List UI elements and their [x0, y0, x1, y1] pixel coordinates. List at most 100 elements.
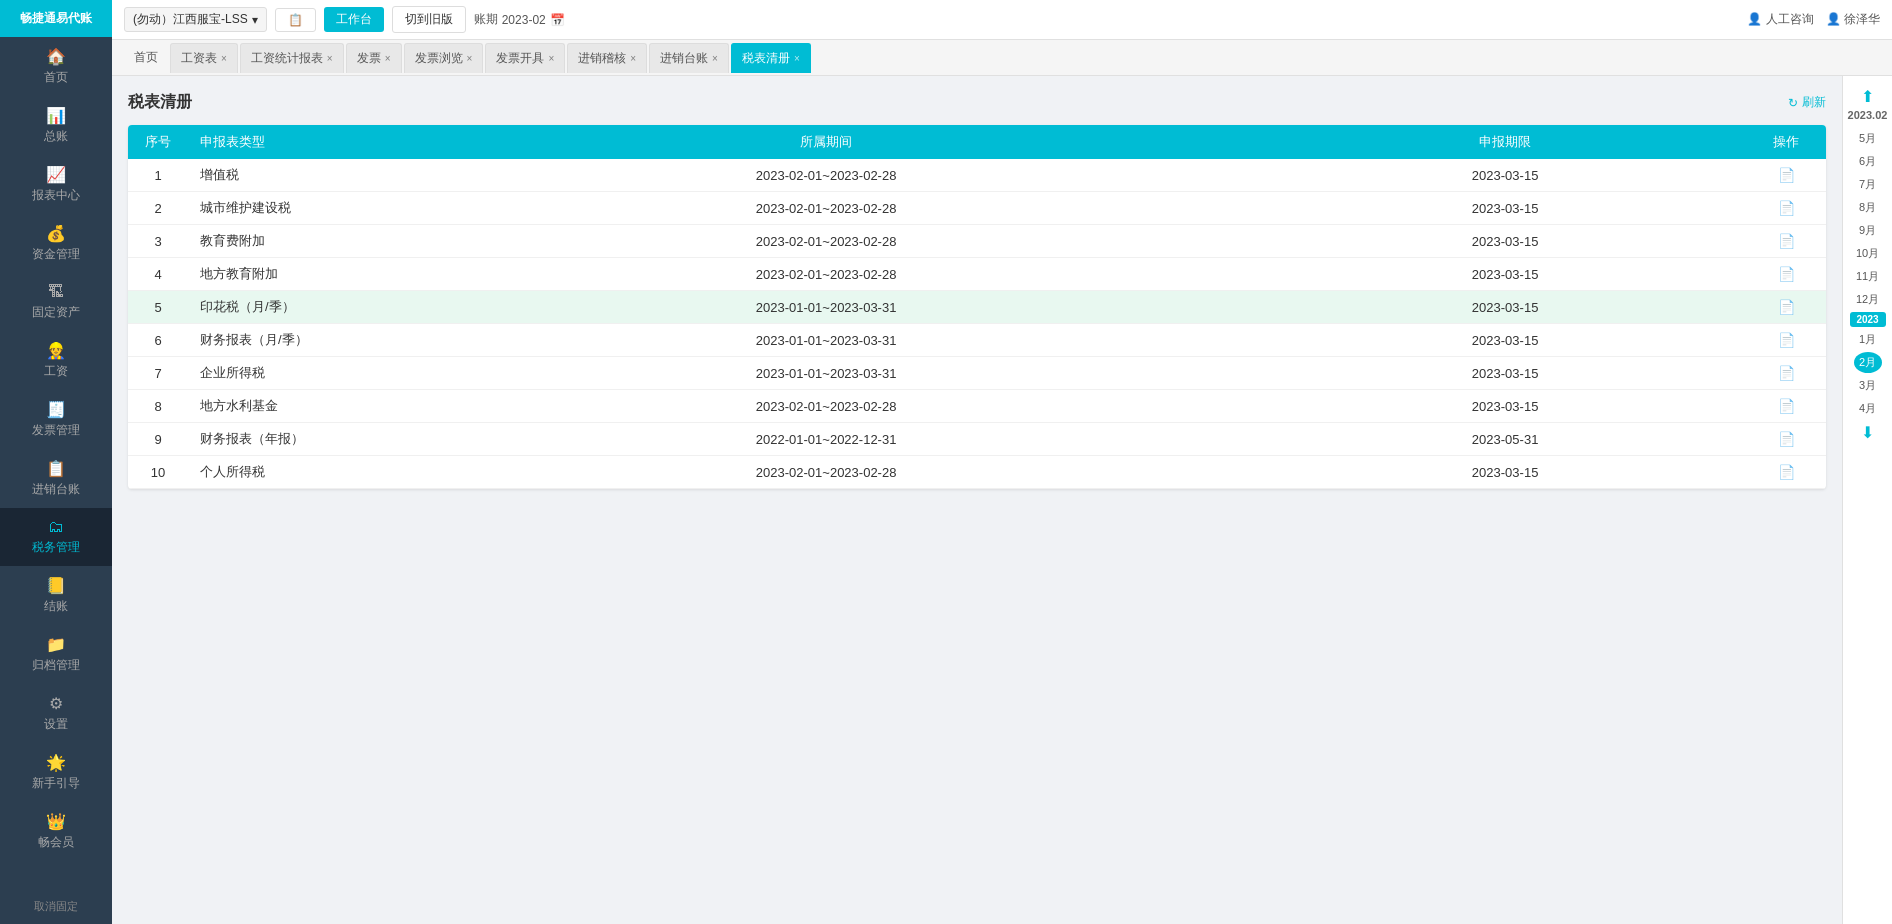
table-header-row: 序号 申报表类型 所属期间 申报期限 操作: [128, 125, 1826, 159]
scroll-up-icon[interactable]: ⬆: [1861, 87, 1874, 106]
cell-deadline: 2023-03-15: [1264, 390, 1746, 423]
month-item-10[interactable]: 10月: [1850, 243, 1886, 264]
action-icon[interactable]: 📄: [1778, 266, 1795, 282]
workbench-button[interactable]: 工作台: [324, 7, 384, 32]
month-item-2-active[interactable]: 2月: [1854, 352, 1882, 373]
cell-action: 📄: [1746, 456, 1826, 489]
year-2023-label[interactable]: 2023: [1850, 312, 1886, 327]
sidebar-item-member[interactable]: 👑 畅会员: [0, 802, 112, 861]
page-header: 税表清册 ↻ 刷新: [128, 92, 1826, 113]
copy-button[interactable]: 📋: [275, 8, 316, 32]
calendar-icon[interactable]: 📅: [550, 13, 565, 27]
action-icon[interactable]: 📄: [1778, 431, 1795, 447]
sidebar-item-label: 资金管理: [32, 246, 80, 263]
month-item-5[interactable]: 5月: [1850, 128, 1886, 149]
month-item-6[interactable]: 6月: [1850, 151, 1886, 172]
refresh-button[interactable]: ↻ 刷新: [1788, 94, 1826, 111]
col-deadline: 申报期限: [1264, 125, 1746, 159]
cell-action: 📄: [1746, 324, 1826, 357]
sidebar-item-settings[interactable]: ⚙ 设置: [0, 684, 112, 743]
action-icon[interactable]: 📄: [1778, 299, 1795, 315]
action-icon[interactable]: 📄: [1778, 167, 1795, 183]
month-item-4[interactable]: 4月: [1850, 398, 1886, 419]
sidebar-item-label: 工资: [44, 363, 68, 380]
action-icon[interactable]: 📄: [1778, 464, 1795, 480]
tab-invoice[interactable]: 发票 ×: [346, 43, 402, 73]
col-period: 所属期间: [388, 125, 1264, 159]
sidebar-item-invoice[interactable]: 🧾 发票管理: [0, 390, 112, 449]
month-item-7[interactable]: 7月: [1850, 174, 1886, 195]
sidebar-item-label: 设置: [44, 716, 68, 733]
sidebar-item-label: 畅会员: [38, 834, 74, 851]
tab-invoice-issue[interactable]: 发票开具 ×: [485, 43, 565, 73]
cell-deadline: 2023-03-15: [1264, 225, 1746, 258]
cell-period: 2023-02-01~2023-02-28: [388, 258, 1264, 291]
tabbar: 首页 工资表 × 工资统计报表 × 发票 × 发票浏览 × 发票开具 × 进销稽…: [112, 40, 1892, 76]
cell-type: 增值税: [188, 159, 388, 192]
sidebar-item-funds[interactable]: 💰 资金管理: [0, 214, 112, 273]
action-icon[interactable]: 📄: [1778, 332, 1795, 348]
month-item-9[interactable]: 9月: [1850, 220, 1886, 241]
sidebar-item-closing[interactable]: 📒 结账: [0, 566, 112, 625]
cell-deadline: 2023-03-15: [1264, 456, 1746, 489]
close-icon[interactable]: ×: [327, 53, 333, 64]
cell-period: 2023-01-01~2023-03-31: [388, 324, 1264, 357]
table-row: 3 教育费附加 2023-02-01~2023-02-28 2023-03-15…: [128, 225, 1826, 258]
close-icon[interactable]: ×: [712, 53, 718, 64]
sidebar-item-tax[interactable]: 🗂 税务管理: [0, 508, 112, 566]
cell-id: 4: [128, 258, 188, 291]
sidebar-item-assets[interactable]: 🏗 固定资产: [0, 273, 112, 331]
month-item-12[interactable]: 12月: [1850, 289, 1886, 310]
sidebar-item-payroll[interactable]: 👷 工资: [0, 331, 112, 390]
tab-purchase-ledger[interactable]: 进销台账 ×: [649, 43, 729, 73]
sidebar-item-label: 发票管理: [32, 422, 80, 439]
cell-deadline: 2023-03-15: [1264, 258, 1746, 291]
cell-period: 2023-02-01~2023-02-28: [388, 456, 1264, 489]
action-icon[interactable]: 📄: [1778, 365, 1795, 381]
month-item-3[interactable]: 3月: [1850, 375, 1886, 396]
cell-action: 📄: [1746, 225, 1826, 258]
switch-old-button[interactable]: 切到旧版: [392, 6, 466, 33]
tab-purchase-audit[interactable]: 进销稽核 ×: [567, 43, 647, 73]
action-icon[interactable]: 📄: [1778, 233, 1795, 249]
tab-payroll-report[interactable]: 工资统计报表 ×: [240, 43, 344, 73]
month-item-1[interactable]: 1月: [1850, 329, 1886, 350]
sidebar-item-sales[interactable]: 📋 进销台账: [0, 449, 112, 508]
assets-icon: 🏗: [48, 283, 64, 301]
close-icon[interactable]: ×: [221, 53, 227, 64]
action-icon[interactable]: 📄: [1778, 200, 1795, 216]
month-item-11[interactable]: 11月: [1850, 266, 1886, 287]
close-icon[interactable]: ×: [548, 53, 554, 64]
sidebar-item-reports[interactable]: 📈 报表中心: [0, 155, 112, 214]
cell-type: 企业所得税: [188, 357, 388, 390]
sidebar-item-ledger[interactable]: 📊 总账: [0, 96, 112, 155]
close-icon[interactable]: ×: [630, 53, 636, 64]
close-icon[interactable]: ×: [467, 53, 473, 64]
unpin-button[interactable]: 取消固定: [0, 889, 112, 924]
close-icon[interactable]: ×: [385, 53, 391, 64]
action-icon[interactable]: 📄: [1778, 398, 1795, 414]
table-row: 1 增值税 2023-02-01~2023-02-28 2023-03-15 📄: [128, 159, 1826, 192]
sidebar-item-home[interactable]: 🏠 首页: [0, 37, 112, 96]
company-selector[interactable]: (勿动）江西服宝-LSS ▾: [124, 7, 267, 32]
sidebar-item-archive[interactable]: 📁 归档管理: [0, 625, 112, 684]
cell-action: 📄: [1746, 192, 1826, 225]
tab-payroll[interactable]: 工资表 ×: [170, 43, 238, 73]
tab-invoice-browse[interactable]: 发票浏览 ×: [404, 43, 484, 73]
sidebar-item-label: 结账: [44, 598, 68, 615]
refresh-icon: ↻: [1788, 96, 1798, 110]
cell-deadline: 2023-03-15: [1264, 291, 1746, 324]
table-row: 7 企业所得税 2023-01-01~2023-03-31 2023-03-15…: [128, 357, 1826, 390]
tab-tax-register[interactable]: 税表清册 ×: [731, 43, 811, 73]
sidebar-item-guide[interactable]: 🌟 新手引导: [0, 743, 112, 802]
tax-register-table: 序号 申报表类型 所属期间 申报期限 操作 1 增值税 2023-02-01~2…: [128, 125, 1826, 489]
tab-home[interactable]: 首页: [124, 43, 168, 73]
close-icon[interactable]: ×: [794, 53, 800, 64]
scroll-down-icon[interactable]: ⬇: [1861, 423, 1874, 442]
topbar-right: 👤 人工咨询 👤 徐泽华: [1747, 11, 1880, 28]
month-item-8[interactable]: 8月: [1850, 197, 1886, 218]
consult-button[interactable]: 👤 人工咨询: [1747, 11, 1813, 28]
reports-icon: 📈: [46, 165, 66, 184]
user-menu[interactable]: 👤 徐泽华: [1826, 11, 1880, 28]
member-icon: 👑: [46, 812, 66, 831]
